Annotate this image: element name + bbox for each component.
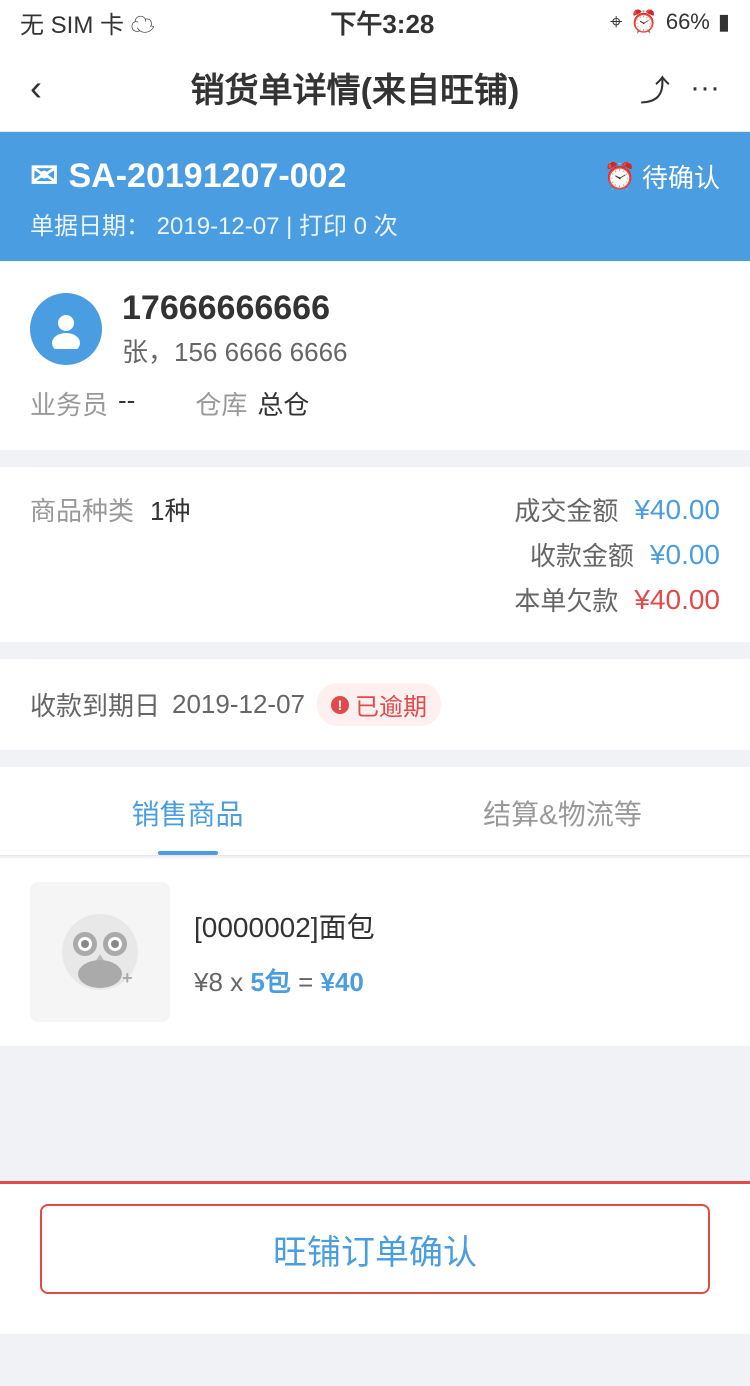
product-info: [0000002]面包 ¥8 x 5包 = ¥40 <box>194 906 720 999</box>
deal-amount-value: ¥40.00 <box>634 494 720 526</box>
product-name: [0000002]面包 <box>194 906 720 946</box>
status-time: 下午3:28 <box>330 4 434 41</box>
overdue-text: 已逾期 <box>355 687 427 722</box>
product-qty: 5包 <box>250 967 290 997</box>
page-title: 销货单详情(来自旺铺) <box>90 63 620 112</box>
customer-name: 张，156 6666 6666 <box>122 332 348 369</box>
more-icon[interactable]: ··· <box>690 71 720 105</box>
product-image: + <box>30 882 170 1022</box>
salesperson-value: -- <box>118 385 135 422</box>
status-left: 无 SIM 卡 ☁ <box>20 5 155 40</box>
warehouse-value: 总仓 <box>257 385 309 422</box>
status-clock-icon: ⏰ <box>604 161 636 192</box>
tab-settlement[interactable]: 结算&物流等 <box>375 767 750 855</box>
due-date-value: 2019-12-07 <box>172 689 305 720</box>
product-type-field: 商品种类 1种 <box>30 491 190 528</box>
status-right: ⌖ ⏰ 66% ▮ <box>610 9 730 35</box>
received-amount-value: ¥0.00 <box>650 539 720 571</box>
received-amount-row: 收款金额 ¥0.00 <box>514 536 720 573</box>
received-amount-label: 收款金额 <box>530 536 634 573</box>
summary-left: 商品种类 1种 <box>30 491 190 528</box>
warehouse-field: 仓库 总仓 <box>195 385 309 422</box>
order-id: ✉ SA-20191207-002 <box>30 156 346 196</box>
salesperson-field: 业务员 -- <box>30 385 135 422</box>
price-text: ¥8 x <box>194 967 250 997</box>
customer-phone: 17666666666 <box>122 289 348 328</box>
share-icon[interactable]: ⤴ <box>640 66 670 110</box>
summary-card: 商品种类 1种 成交金额 ¥40.00 收款金额 ¥0.00 本单欠款 ¥40.… <box>0 467 750 642</box>
alarm-icon: ⏰ <box>630 9 657 35</box>
tab-products[interactable]: 销售商品 <box>0 767 375 855</box>
owed-amount-row: 本单欠款 ¥40.00 <box>514 581 720 618</box>
salesperson-label: 业务员 <box>30 385 108 422</box>
warehouse-label: 仓库 <box>195 385 247 422</box>
product-card: + [0000002]面包 ¥8 x 5包 = ¥40 <box>0 858 750 1046</box>
status-text: 待确认 <box>642 158 720 195</box>
product-price: ¥8 x 5包 = ¥40 <box>194 962 720 999</box>
due-date-card: 收款到期日 2019-12-07 ! 已逾期 <box>0 659 750 750</box>
nav-actions: ⤴ ··· <box>620 66 720 110</box>
customer-top: 17666666666 张，156 6666 6666 <box>30 289 720 369</box>
product-type-label: 商品种类 <box>30 491 134 528</box>
overdue-badge: ! 已逾期 <box>317 683 441 726</box>
confirm-button-container: 旺铺订单确认 <box>0 1181 750 1334</box>
svg-text:+: + <box>122 968 133 988</box>
sim-status: 无 SIM 卡 ☁ <box>20 5 155 40</box>
product-total: ¥40 <box>320 967 363 997</box>
avatar <box>30 293 102 365</box>
product-thumbnail: + <box>50 912 150 992</box>
due-date-label: 收款到期日 <box>30 686 160 723</box>
order-header: ✉ SA-20191207-002 ⏰ 待确认 单据日期： 2019-12-07… <box>0 132 750 261</box>
order-id-text: SA-20191207-002 <box>69 157 347 196</box>
confirm-order-button[interactable]: 旺铺订单确认 <box>40 1204 710 1294</box>
tabs-container: 销售商品 结算&物流等 <box>0 767 750 856</box>
status-bar: 无 SIM 卡 ☁ 下午3:28 ⌖ ⏰ 66% ▮ <box>0 0 750 44</box>
order-status: ⏰ 待确认 <box>604 158 720 195</box>
customer-info: 17666666666 张，156 6666 6666 <box>122 289 348 369</box>
deal-amount-label: 成交金额 <box>514 491 618 528</box>
back-button[interactable]: ‹ <box>30 67 90 109</box>
overdue-icon: ! <box>331 696 349 714</box>
order-date: 单据日期： 2019-12-07 | 打印 0 次 <box>30 206 720 241</box>
product-type-value: 1种 <box>150 491 190 528</box>
owed-amount-value: ¥40.00 <box>634 584 720 616</box>
battery-icon: ▮ <box>718 9 730 35</box>
owed-amount-label: 本单欠款 <box>514 581 618 618</box>
summary-right: 成交金额 ¥40.00 收款金额 ¥0.00 本单欠款 ¥40.00 <box>514 491 720 618</box>
location-icon: ⌖ <box>610 9 622 35</box>
user-icon <box>46 309 86 349</box>
customer-meta: 业务员 -- 仓库 总仓 <box>30 385 720 422</box>
order-id-icon: ✉ <box>30 156 59 196</box>
deal-amount-row: 成交金额 ¥40.00 <box>514 491 720 528</box>
customer-card: 17666666666 张，156 6666 6666 业务员 -- 仓库 总仓 <box>0 261 750 450</box>
battery-text: 66% <box>666 9 710 35</box>
order-header-top: ✉ SA-20191207-002 ⏰ 待确认 <box>30 156 720 196</box>
equals-text: = <box>291 967 321 997</box>
nav-bar: ‹ 销货单详情(来自旺铺) ⤴ ··· <box>0 44 750 132</box>
